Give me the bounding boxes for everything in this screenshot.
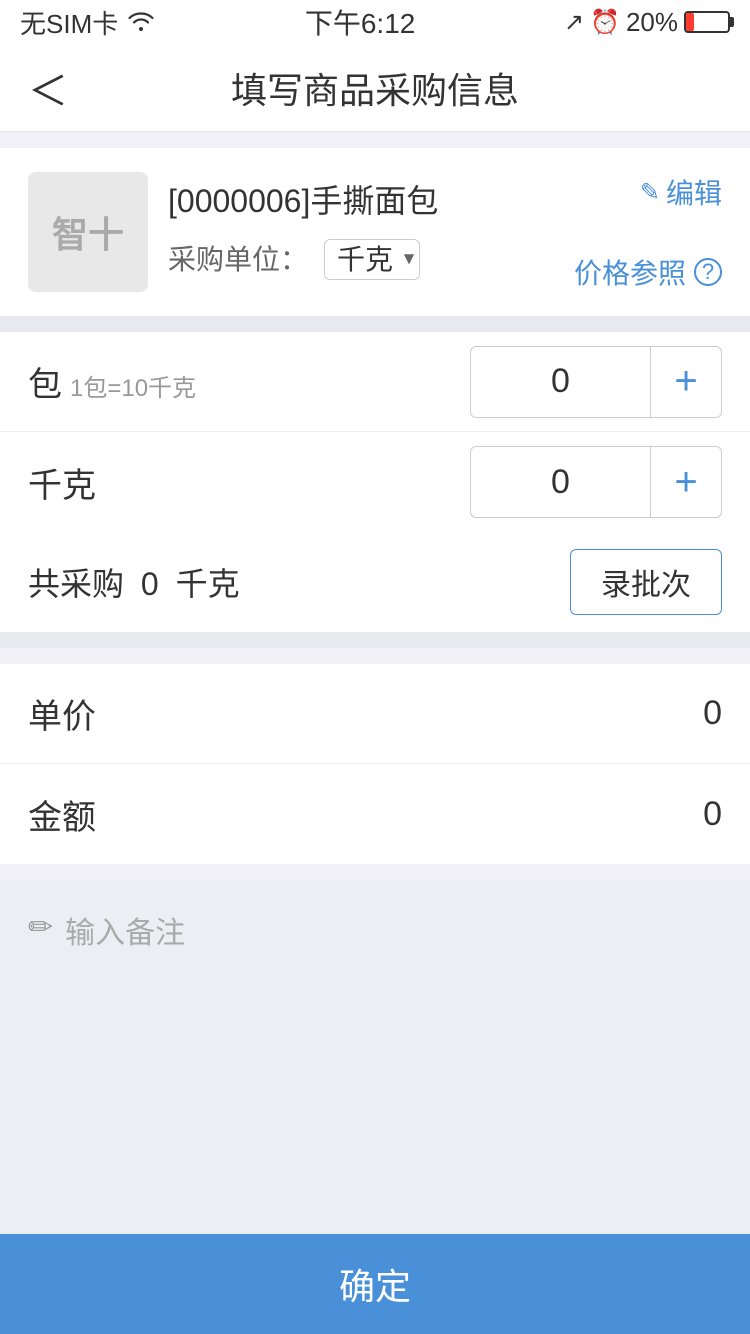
- amount-value: 0: [703, 795, 722, 834]
- kg-qty-input-wrapper: +: [470, 446, 722, 518]
- status-bar-right: ↗ ⏰ 20%: [564, 7, 730, 38]
- total-row: 共采购 0 千克 录批次: [0, 532, 750, 632]
- remark-placeholder: 输入备注: [65, 908, 185, 952]
- edit-button[interactable]: ✎ 编辑: [640, 172, 722, 212]
- remark-section[interactable]: ✏ 输入备注: [0, 880, 750, 1000]
- status-bar-left: 无SIM卡: [20, 4, 156, 41]
- back-button[interactable]: ＜: [28, 59, 68, 117]
- confirm-button[interactable]: 确定: [0, 1234, 750, 1334]
- bag-quantity-input[interactable]: [470, 346, 650, 418]
- confirm-button-label: 确定: [339, 1258, 411, 1310]
- price-ref-help-icon: ?: [694, 258, 722, 286]
- unit-price-label: 单价: [28, 689, 96, 738]
- location-icon: ↗: [564, 8, 584, 37]
- page-title: 填写商品采购信息: [231, 62, 519, 114]
- wifi-icon: [126, 7, 156, 38]
- battery-icon: [684, 11, 730, 33]
- kg-label: 千克: [28, 458, 208, 507]
- bag-plus-button[interactable]: +: [650, 346, 722, 418]
- edit-icon: ✎: [640, 178, 660, 207]
- pencil-icon: ✏: [28, 910, 53, 945]
- bag-quantity-row: 包1包=10千克 +: [0, 332, 750, 432]
- amount-row: 金额 0: [0, 764, 750, 864]
- product-card: 智十 [0000006]手撕面包 采购单位： 千克 ▾ ✎ 编辑 价格参照 ?: [0, 148, 750, 316]
- status-bar-time: 下午6:12: [305, 2, 416, 42]
- unit-select-wrapper[interactable]: 千克 ▾: [324, 238, 420, 278]
- unit-select[interactable]: 千克: [324, 239, 420, 280]
- alarm-icon: ⏰: [590, 8, 620, 37]
- price-ref-label: 价格参照: [574, 252, 686, 292]
- price-info-section: 单价 0 金额 0: [0, 664, 750, 864]
- carrier-label: 无SIM卡: [20, 4, 118, 41]
- unit-price-value: 0: [703, 694, 722, 733]
- section-divider-2: [0, 632, 750, 648]
- nav-bar: ＜ 填写商品采购信息: [0, 44, 750, 132]
- kg-quantity-input[interactable]: [470, 446, 650, 518]
- amount-label: 金额: [28, 790, 96, 839]
- total-text: 共采购 0 千克: [28, 559, 240, 605]
- product-logo-text: 智十: [52, 206, 124, 258]
- price-ref-button[interactable]: 价格参照 ?: [574, 252, 722, 292]
- bag-qty-input-wrapper: +: [470, 346, 722, 418]
- unit-price-row: 单价 0: [0, 664, 750, 764]
- bag-label: 包1包=10千克: [28, 357, 208, 406]
- edit-label: 编辑: [666, 172, 722, 212]
- section-divider-1: [0, 316, 750, 332]
- unit-label: 采购单位：: [168, 238, 308, 278]
- kg-plus-button[interactable]: +: [650, 446, 722, 518]
- bottom-space: [0, 1000, 750, 1260]
- quantity-section: 包1包=10千克 + 千克 +: [0, 332, 750, 532]
- status-bar: 无SIM卡 下午6:12 ↗ ⏰ 20%: [0, 0, 750, 44]
- kg-quantity-row: 千克 +: [0, 432, 750, 532]
- bag-sublabel: 1包=10千克: [70, 375, 196, 402]
- total-prefix: 共采购: [28, 566, 124, 602]
- product-image: 智十: [28, 172, 148, 292]
- total-amount: 0: [141, 566, 159, 602]
- record-batch-button[interactable]: 录批次: [570, 549, 722, 615]
- total-unit: 千克: [176, 566, 240, 602]
- battery-percent: 20%: [626, 7, 678, 38]
